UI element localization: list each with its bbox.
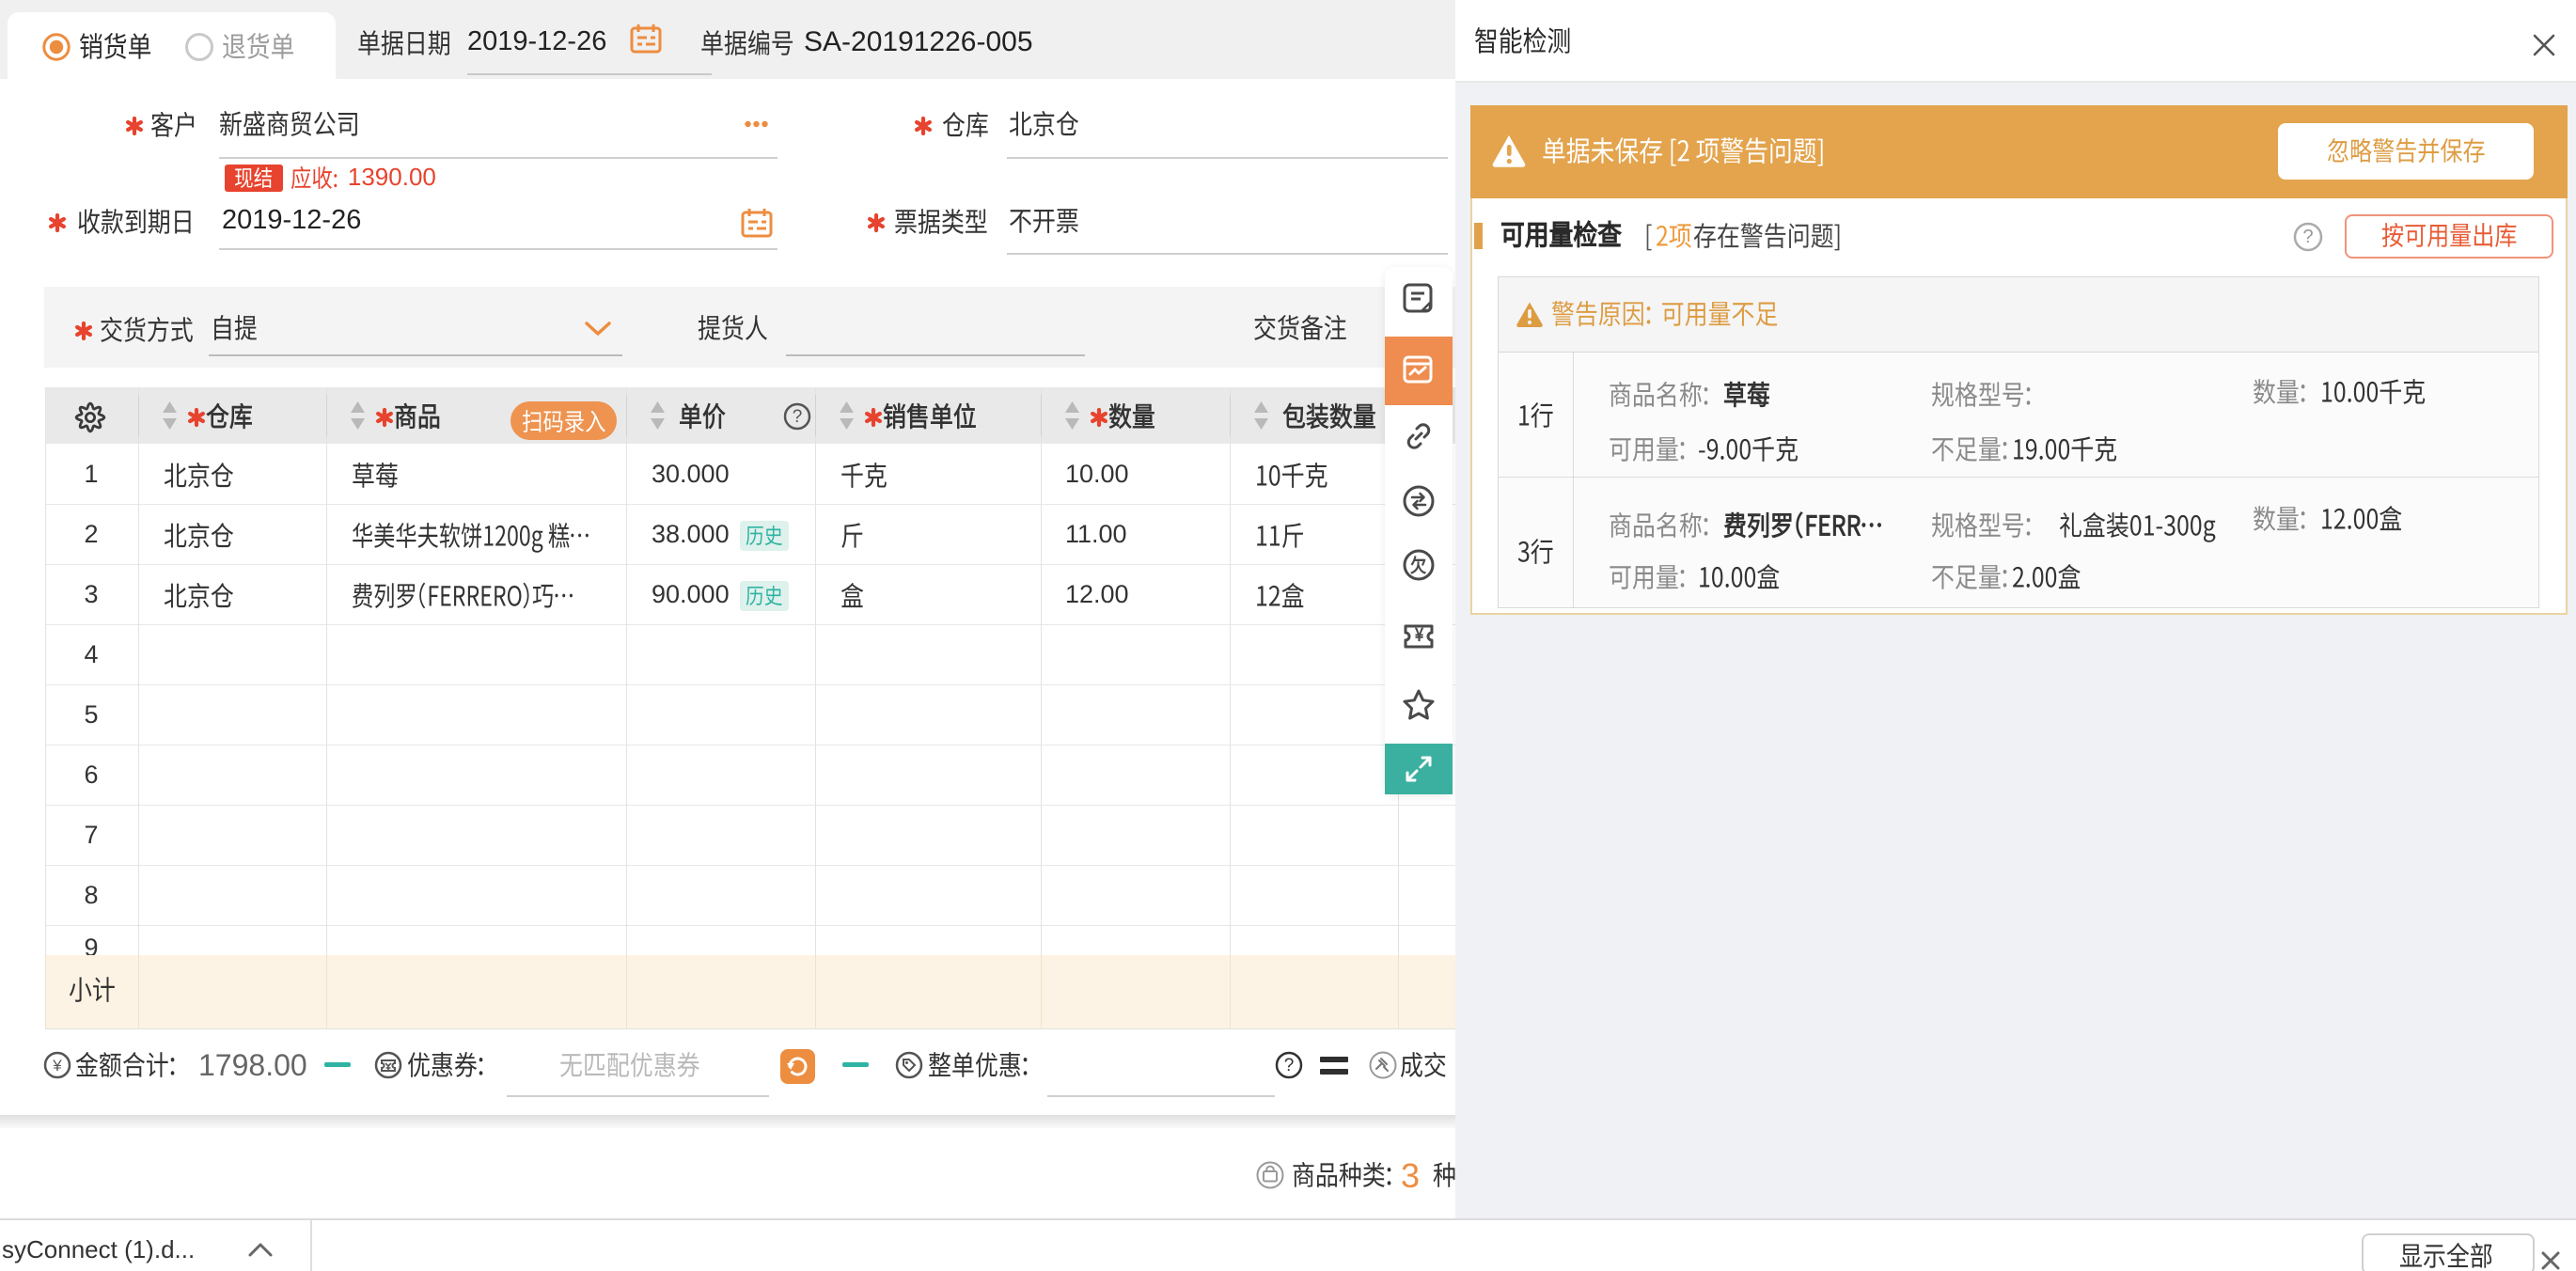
svg-text:?: ?: [2302, 227, 2313, 247]
svg-text:¥: ¥: [52, 1057, 62, 1075]
svg-text:?: ?: [1284, 1056, 1295, 1075]
svg-text:?: ?: [793, 407, 803, 427]
